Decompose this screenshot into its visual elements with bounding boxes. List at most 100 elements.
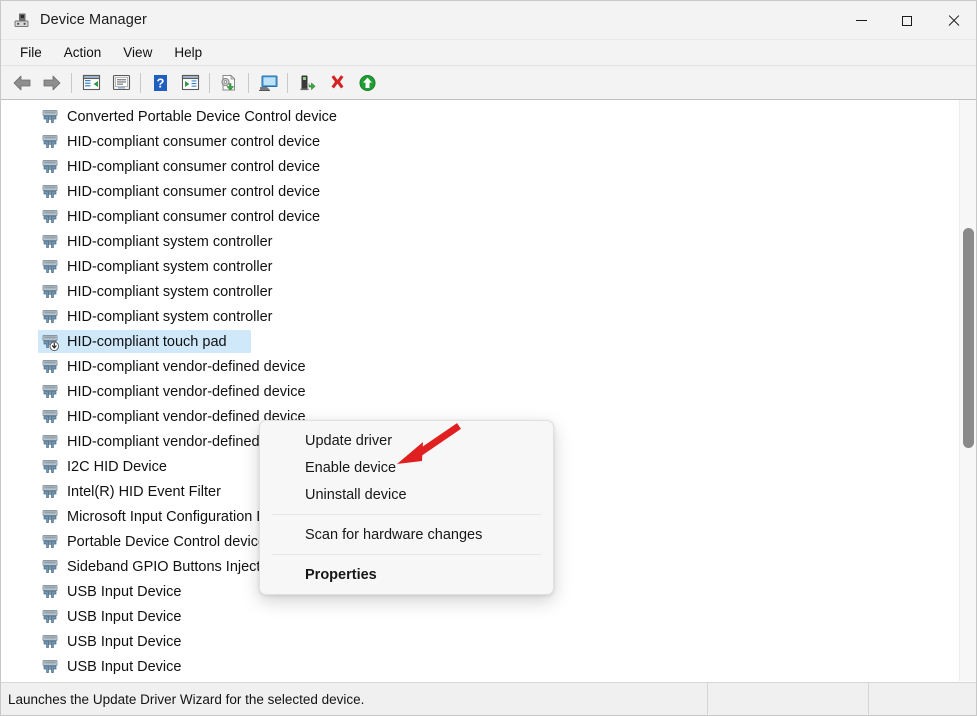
properties-icon — [112, 74, 130, 91]
device-manager-icon — [13, 11, 31, 29]
show-hide-action-pane-button[interactable] — [175, 69, 205, 97]
menu-file[interactable]: File — [9, 42, 53, 64]
hid-device-icon — [41, 383, 59, 401]
context-menu-item[interactable]: Scan for hardware changes — [260, 521, 553, 548]
tree-row-label: HID-compliant consumer control device — [67, 208, 321, 225]
title-bar: Device Manager — [1, 1, 976, 40]
tree-row[interactable]: USB Input Device — [1, 629, 958, 654]
enable-device-button[interactable] — [292, 69, 322, 97]
device-manager-window: Device Manager File Action View Help ? C… — [0, 0, 977, 716]
update-device-icon — [359, 74, 375, 91]
vertical-scrollbar[interactable] — [959, 100, 976, 681]
window-controls — [838, 1, 976, 40]
hid-device-icon — [41, 508, 59, 526]
context-menu-separator — [272, 554, 541, 555]
minimize-icon — [855, 20, 867, 21]
tree-row-label: USB Input Device — [67, 608, 182, 625]
context-menu-item-label: Uninstall device — [305, 486, 407, 503]
context-menu[interactable]: Update driver Enable device Uninstall devi… — [259, 420, 554, 595]
tree-row[interactable]: HID-compliant consumer control device — [1, 179, 958, 204]
window-title: Device Manager — [40, 12, 147, 28]
tree-row[interactable]: HID-compliant consumer control device — [1, 129, 958, 154]
menu-action[interactable]: Action — [53, 42, 113, 64]
tree-row[interactable]: Converted Portable Device Control device — [1, 104, 958, 129]
context-menu-item[interactable]: Uninstall device — [260, 481, 553, 508]
close-button[interactable] — [930, 1, 976, 40]
close-icon — [947, 15, 959, 27]
svg-text:?: ? — [156, 75, 164, 90]
tree-row-label: Converted Portable Device Control device — [67, 108, 337, 125]
forward-button[interactable] — [37, 69, 67, 97]
hid-device-icon — [41, 158, 59, 176]
back-button[interactable] — [7, 69, 37, 97]
tree-row[interactable]: USB Input Device — [1, 654, 958, 679]
hid-device-icon — [41, 583, 59, 601]
scrollbar-thumb[interactable] — [963, 228, 974, 448]
minimize-button[interactable] — [838, 1, 884, 40]
hid-device-icon — [41, 658, 59, 676]
tree-row-label: HID-compliant system controller — [67, 233, 273, 250]
menu-view[interactable]: View — [112, 42, 163, 64]
show-hide-action-pane-icon — [181, 74, 199, 91]
toolbar-separator — [209, 72, 210, 93]
tree-row-label: I2C HID Device — [67, 458, 167, 475]
hid-device-icon — [41, 558, 59, 576]
maximize-button[interactable] — [884, 1, 930, 40]
hid-device-icon — [41, 183, 59, 201]
tree-row-label: HID-compliant consumer control device — [67, 158, 321, 175]
hid-device-icon — [41, 308, 59, 326]
context-menu-separator — [272, 514, 541, 515]
tree-row[interactable]: HID-compliant vendor-defined device — [1, 379, 958, 404]
hid-device-icon — [41, 133, 59, 151]
tree-row[interactable]: HID-compliant system controller — [1, 279, 958, 304]
tree-row[interactable]: HID-compliant system controller — [1, 229, 958, 254]
tree-row-label: USB Input Device — [67, 658, 182, 675]
status-divider-2 — [868, 682, 869, 715]
context-menu-item-label: Enable device — [305, 459, 397, 476]
toolbar: ? — [1, 66, 976, 100]
update-driver-button[interactable] — [214, 69, 244, 97]
context-menu-item-label: Update driver — [305, 432, 393, 449]
show-hide-console-tree-button[interactable] — [76, 69, 106, 97]
hid-device-icon — [41, 208, 59, 226]
tree-row-label: HID-compliant system controller — [67, 258, 273, 275]
tree-row-label: HID-compliant system controller — [67, 308, 273, 325]
help-button[interactable]: ? — [145, 69, 175, 97]
toolbar-separator — [248, 72, 249, 93]
tree-row[interactable]: USB Input Device — [1, 679, 958, 681]
hid-device-icon — [41, 283, 59, 301]
tree-row-label: HID-compliant consumer control device — [67, 183, 321, 200]
tree-row[interactable]: HID-compliant consumer control device — [1, 204, 958, 229]
tree-row-selected[interactable]: HID-compliant touch pad — [1, 329, 958, 354]
tree-row[interactable]: HID-compliant system controller — [1, 304, 958, 329]
context-menu-item[interactable]: Enable device — [260, 454, 553, 481]
device-tree-content: Converted Portable Device Control device… — [1, 100, 976, 681]
context-menu-item-label: Properties — [305, 566, 377, 583]
menu-help[interactable]: Help — [163, 42, 213, 64]
update-device-button[interactable] — [352, 69, 382, 97]
tree-row-label: HID-compliant system controller — [67, 283, 273, 300]
toolbar-separator — [140, 72, 141, 93]
tree-row[interactable]: HID-compliant system controller — [1, 254, 958, 279]
scan-for-hardware-changes-icon — [258, 75, 277, 91]
status-bar: Launches the Update Driver Wizard for th… — [1, 682, 976, 715]
tree-row[interactable]: HID-compliant vendor-defined device — [1, 354, 958, 379]
properties-button[interactable] — [106, 69, 136, 97]
status-text: Launches the Update Driver Wizard for th… — [8, 691, 365, 707]
hid-device-icon — [41, 233, 59, 251]
tree-row[interactable]: USB Input Device — [1, 604, 958, 629]
show-hide-console-tree-icon — [82, 74, 100, 91]
maximize-icon — [902, 15, 912, 26]
scan-for-hardware-changes-button[interactable] — [253, 69, 283, 97]
context-menu-item[interactable]: Update driver — [260, 427, 553, 454]
hid-device-icon — [41, 483, 59, 501]
toolbar-separator — [287, 72, 288, 93]
context-menu-item[interactable]: Properties — [260, 561, 553, 588]
hid-device-icon — [41, 458, 59, 476]
tree-row[interactable]: HID-compliant consumer control device — [1, 154, 958, 179]
hid-device-icon — [41, 533, 59, 551]
tree-row-label: HID-compliant touch pad — [67, 333, 227, 350]
tree-row-label: Portable Device Control device — [67, 533, 267, 550]
help-icon: ? — [153, 74, 167, 91]
uninstall-device-button[interactable] — [322, 69, 352, 97]
